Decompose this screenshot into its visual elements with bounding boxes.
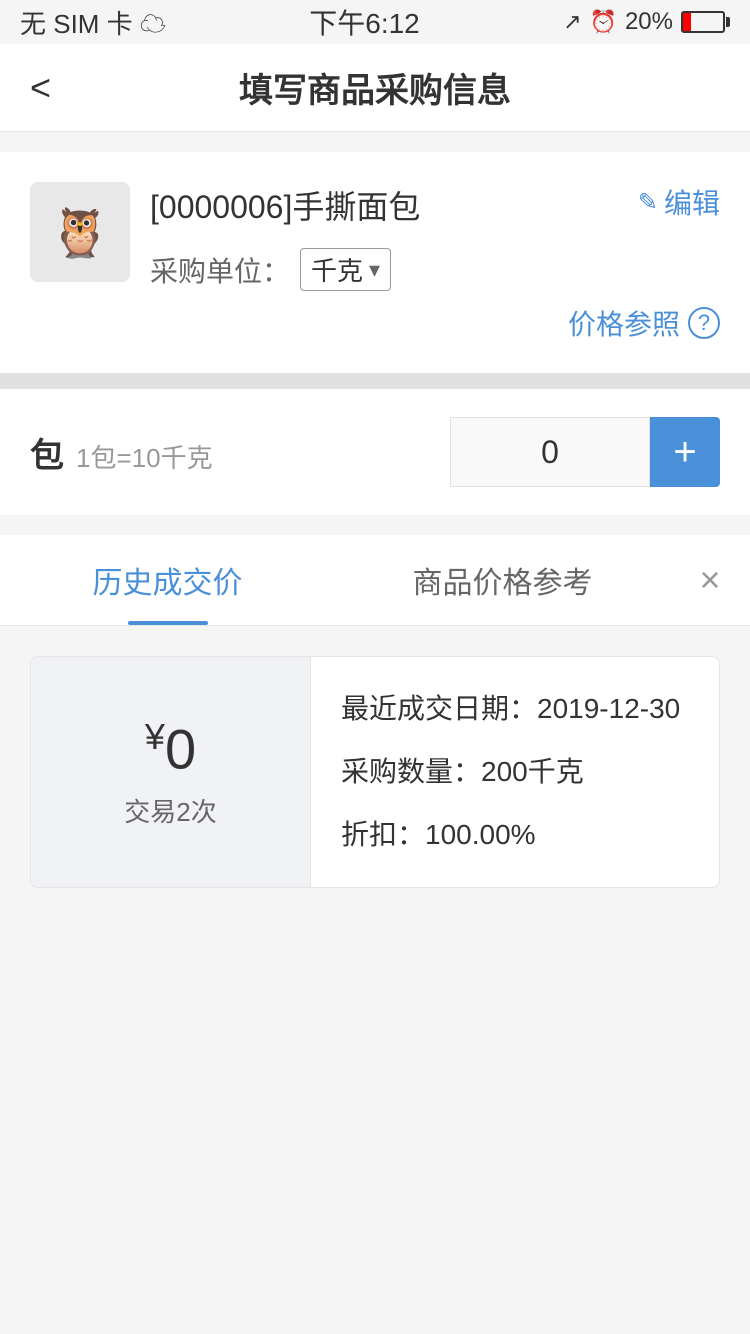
edit-label: 编辑 xyxy=(664,182,720,222)
sim-signal-text: 无 SIM 卡 ☁ xyxy=(20,4,166,41)
price-card: ¥0 交易2次 最近成交日期：2019-12-30 采购数量：200千克 折扣：… xyxy=(30,656,720,888)
unit-value: 千克 xyxy=(311,251,363,288)
price-transactions: 交易2次 xyxy=(124,792,216,829)
price-card-left: ¥0 交易2次 xyxy=(31,657,311,887)
quantity-input-group: 0 + xyxy=(450,417,720,487)
price-ref-row: 价格参照 ? xyxy=(30,303,720,343)
edit-button[interactable]: ✎ 编辑 xyxy=(638,182,720,222)
tab-close-button[interactable]: × xyxy=(670,535,750,625)
section-divider xyxy=(0,373,750,389)
alarm-icon: ⏰ xyxy=(590,9,617,35)
quantity-unit: 包 xyxy=(30,428,64,477)
back-button[interactable]: < xyxy=(0,67,81,109)
status-right: ↗ ⏰ 20% xyxy=(563,8,730,36)
page-title: 填写商品采购信息 xyxy=(239,63,511,112)
status-bar: 无 SIM 卡 ☁ 下午6:12 ↗ ⏰ 20% xyxy=(0,0,750,44)
unit-selector[interactable]: 千克 ▾ xyxy=(300,248,391,291)
battery-icon xyxy=(681,11,730,33)
purchase-qty-value: 200千克 xyxy=(481,756,584,787)
quantity-row: 包 1包=10千克 0 + xyxy=(0,389,750,515)
tab-history-price-label: 历史成交价 xyxy=(93,558,243,602)
product-header: 🦉 [0000006]手撕面包 采购单位： 千克 ▾ ✎ 编辑 xyxy=(30,182,720,291)
discount-value: 100.00% xyxy=(425,819,536,850)
edit-icon: ✎ xyxy=(638,188,658,217)
unit-arrow-icon: ▾ xyxy=(369,257,380,283)
close-icon: × xyxy=(699,559,720,601)
product-unit-row: 采购单位： 千克 ▾ xyxy=(150,248,420,291)
price-value: 0 xyxy=(165,718,196,781)
quantity-plus-button[interactable]: + xyxy=(650,417,720,487)
back-icon: < xyxy=(30,67,51,108)
tabs-bar: 历史成交价 商品价格参考 × xyxy=(0,535,750,626)
price-card-right: 最近成交日期：2019-12-30 采购数量：200千克 折扣：100.00% xyxy=(311,657,719,887)
tab-underline xyxy=(128,621,208,625)
plus-icon: + xyxy=(673,430,696,475)
currency-symbol: ¥ xyxy=(145,716,165,757)
product-left: 🦉 [0000006]手撕面包 采购单位： 千克 ▾ xyxy=(30,182,420,291)
tab-history-price[interactable]: 历史成交价 xyxy=(0,535,335,625)
discount-row: 折扣：100.00% xyxy=(341,813,689,858)
quantity-label: 包 1包=10千克 xyxy=(30,428,213,477)
quantity-input[interactable]: 0 xyxy=(450,417,650,487)
status-left: 无 SIM 卡 ☁ xyxy=(20,4,166,41)
purchase-qty-label: 采购数量： xyxy=(341,756,481,787)
quantity-conversion: 1包=10千克 xyxy=(76,438,213,475)
product-image-icon: 🦉 xyxy=(50,204,110,261)
tab-product-price-ref[interactable]: 商品价格参考 xyxy=(335,535,670,625)
recent-date-label: 最近成交日期： xyxy=(341,693,537,724)
product-thumbnail: 🦉 xyxy=(30,182,130,282)
location-icon: ↗ xyxy=(563,9,581,35)
price-ref-label[interactable]: 价格参照 xyxy=(568,303,680,343)
product-info: [0000006]手撕面包 采购单位： 千克 ▾ xyxy=(150,182,420,291)
product-section: 🦉 [0000006]手撕面包 采购单位： 千克 ▾ ✎ 编辑 价格参照 ? xyxy=(0,152,750,373)
battery-percent: 20% xyxy=(625,8,673,36)
tab-product-price-ref-label: 商品价格参考 xyxy=(413,558,593,602)
product-name: [0000006]手撕面包 xyxy=(150,182,420,228)
nav-bar: < 填写商品采购信息 xyxy=(0,44,750,132)
purchase-qty-row: 采购数量：200千克 xyxy=(341,750,689,795)
price-amount: ¥0 xyxy=(145,716,196,782)
status-time: 下午6:12 xyxy=(309,2,420,42)
cards-container: ¥0 交易2次 最近成交日期：2019-12-30 采购数量：200千克 折扣：… xyxy=(0,626,750,1026)
help-icon[interactable]: ? xyxy=(688,307,720,339)
unit-label: 采购单位： xyxy=(150,250,290,290)
discount-label: 折扣： xyxy=(341,819,425,850)
recent-date-row: 最近成交日期：2019-12-30 xyxy=(341,687,689,732)
recent-date-value: 2019-12-30 xyxy=(537,693,680,724)
